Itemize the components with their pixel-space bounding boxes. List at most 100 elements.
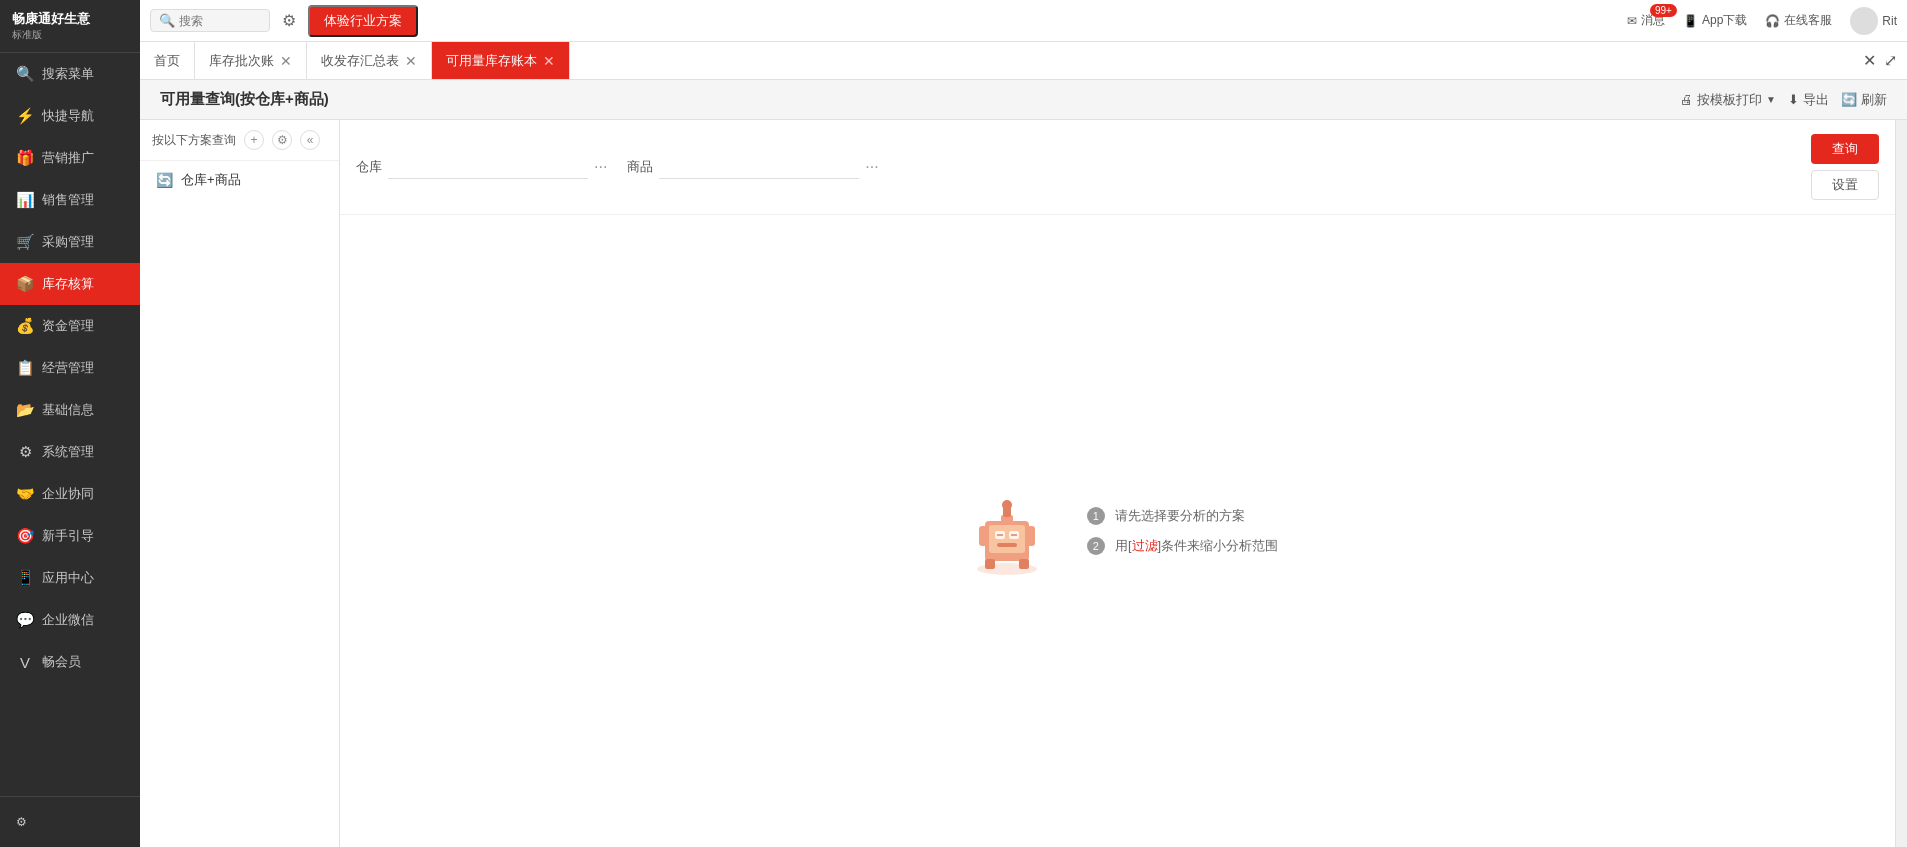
sidebar-item-enterprise[interactable]: 🤝 企业协同	[0, 473, 140, 515]
filter-collapse-button[interactable]: «	[300, 130, 320, 150]
tab-close-summary[interactable]: ✕	[405, 53, 417, 69]
topbar-right: ✉ 消息 99+ 📱 App下载 🎧 在线客服 Rit	[1627, 7, 1897, 35]
warehouse-more-icon[interactable]: ···	[594, 158, 607, 176]
tab-close-batch[interactable]: ✕	[280, 53, 292, 69]
warehouse-label: 仓库	[356, 158, 382, 176]
svg-rect-9	[979, 526, 987, 546]
step1-text: 请先选择要分析的方案	[1115, 507, 1245, 525]
goods-more-icon[interactable]: ···	[865, 158, 878, 176]
sidebar-scroll: 🔍搜索菜单⚡快捷导航🎁营销推广📊销售管理🛒采购管理📦库存核算 💰 资金管理 📋经营管理…	[0, 53, 140, 796]
export-label: 导出	[1803, 91, 1829, 109]
tabs-bar: 首页库存批次账✕收发存汇总表✕可用量库存账本✕✕⤢	[140, 42, 1907, 80]
sidebar-label-enterprise: 企业协同	[42, 485, 94, 503]
sidebar-item-shortcut[interactable]: ⚡快捷导航	[0, 95, 140, 137]
refresh-label: 刷新	[1861, 91, 1887, 109]
sidebar-label-wechat: 企业微信	[42, 611, 94, 629]
sidebar-label-inventory: 库存核算	[42, 275, 94, 293]
sidebar-label-member: 畅会员	[42, 653, 81, 671]
sidebar-icon-system: ⚙	[16, 443, 34, 461]
setting-button[interactable]: 设置	[1811, 170, 1879, 200]
expand-icon[interactable]: ⤢	[1884, 51, 1897, 70]
sidebar-item-member[interactable]: V畅会员	[0, 641, 140, 683]
sidebar-item-marketing[interactable]: 🎁营销推广	[0, 137, 140, 179]
filter-scheme-item[interactable]: 🔄 仓库+商品	[140, 161, 339, 199]
step2-num: 2	[1087, 537, 1105, 555]
sidebar-bottom-settings[interactable]: ⚙	[0, 805, 140, 839]
topbar-search[interactable]: 🔍	[150, 9, 270, 32]
close-icon[interactable]: ✕	[1863, 51, 1876, 70]
message-button[interactable]: ✉ 消息 99+	[1627, 12, 1665, 29]
print-icon: 🖨	[1680, 92, 1693, 107]
empty-step2: 2 用[过滤]条件来缩小分析范围	[1087, 537, 1278, 555]
print-label: 按模板打印	[1697, 91, 1762, 109]
sidebar-label-apps: 应用中心	[42, 569, 94, 587]
filter-add-button[interactable]: +	[244, 130, 264, 150]
step2-highlight: 过滤	[1132, 538, 1158, 553]
tab-label-summary: 收发存汇总表	[321, 52, 399, 70]
sidebar-item-finance[interactable]: 💰 资金管理	[0, 305, 140, 347]
sidebar-item-basic[interactable]: 📂基础信息	[0, 389, 140, 431]
step1-num: 1	[1087, 507, 1105, 525]
message-badge: 99+	[1650, 4, 1677, 17]
svg-point-8	[1002, 500, 1012, 510]
tab-home[interactable]: 首页	[140, 42, 195, 79]
search-input[interactable]	[179, 14, 259, 28]
service-button[interactable]: 🎧 在线客服	[1765, 12, 1832, 29]
sidebar-icon-finance: 💰	[16, 317, 34, 335]
sidebar-item-system[interactable]: ⚙ 系统管理	[0, 431, 140, 473]
refresh-button[interactable]: 🔄 刷新	[1841, 91, 1887, 109]
sidebar-item-inventory[interactable]: 📦库存核算	[0, 263, 140, 305]
goods-input[interactable]	[659, 155, 859, 179]
service-label: 在线客服	[1784, 12, 1832, 29]
empty-state: 1 请先选择要分析的方案 2 用[过滤]条件来缩小分析范围	[340, 215, 1895, 847]
sidebar-icon-sales: 📊	[16, 191, 34, 209]
warehouse-input[interactable]	[388, 155, 588, 179]
tab-label-home: 首页	[154, 52, 180, 70]
topbar-gear-icon[interactable]: ⚙	[278, 7, 300, 34]
tab-batch[interactable]: 库存批次账✕	[195, 42, 307, 79]
sidebar-logo: 畅康通好生意 标准版	[0, 0, 140, 53]
trial-button[interactable]: 体验行业方案	[308, 5, 418, 37]
page-header: 可用量查询(按仓库+商品) 🖨 按模板打印 ▼ ⬇ 导出 🔄 刷新	[140, 80, 1907, 120]
sidebar-item-guide[interactable]: 🎯新手引导	[0, 515, 140, 557]
sidebar-icon-marketing: 🎁	[16, 149, 34, 167]
query-button-group: 查询 设置	[1811, 130, 1879, 204]
print-button[interactable]: 🖨 按模板打印 ▼	[1680, 91, 1776, 109]
empty-text: 1 请先选择要分析的方案 2 用[过滤]条件来缩小分析范围	[1087, 507, 1278, 555]
search-icon: 🔍	[159, 13, 175, 28]
settings-icon: ⚙	[16, 815, 27, 829]
sidebar-item-apps[interactable]: 📱应用中心	[0, 557, 140, 599]
sidebar-item-operation[interactable]: 📋经营管理	[0, 347, 140, 389]
topbar: 🔍 ⚙ 体验行业方案 ✉ 消息 99+ 📱 App下载 🎧 在线客服 Rit	[140, 0, 1907, 42]
sidebar-label-system: 系统管理	[42, 443, 94, 461]
page-title: 可用量查询(按仓库+商品)	[160, 90, 329, 109]
sidebar-icon-enterprise: 🤝	[16, 485, 34, 503]
service-icon: 🎧	[1765, 14, 1780, 28]
sidebar-item-wechat[interactable]: 💬企业微信	[0, 599, 140, 641]
query-area: 仓库 ··· 商品 ··· 查询 设置	[340, 120, 1895, 847]
filter-panel-header: 按以下方案查询 + ⚙ «	[140, 120, 339, 161]
sidebar-label-finance: 资金管理	[42, 317, 94, 335]
user-name: Rit	[1882, 14, 1897, 28]
tab-summary[interactable]: 收发存汇总表 ✕	[307, 42, 432, 79]
svg-rect-10	[1027, 526, 1035, 546]
sidebar-icon-basic: 📂	[16, 401, 34, 419]
export-icon: ⬇	[1788, 92, 1799, 107]
tab-available[interactable]: 可用量库存账本✕	[432, 42, 570, 79]
tab-close-available[interactable]: ✕	[543, 53, 555, 69]
warehouse-filter: 仓库 ···	[356, 155, 607, 179]
sidebar-item-search[interactable]: 🔍搜索菜单	[0, 53, 140, 95]
sidebar-item-purchase[interactable]: 🛒采购管理	[0, 221, 140, 263]
svg-rect-12	[1019, 559, 1029, 569]
app-download-button[interactable]: 📱 App下载	[1683, 12, 1747, 29]
page-actions: 🖨 按模板打印 ▼ ⬇ 导出 🔄 刷新	[1680, 91, 1887, 109]
export-button[interactable]: ⬇ 导出	[1788, 91, 1829, 109]
print-dropdown-icon: ▼	[1766, 94, 1776, 105]
sidebar-item-sales[interactable]: 📊销售管理	[0, 179, 140, 221]
query-filters: 仓库 ··· 商品 ··· 查询 设置	[340, 120, 1895, 215]
query-button[interactable]: 查询	[1811, 134, 1879, 164]
filter-settings-button[interactable]: ⚙	[272, 130, 292, 150]
tab-expand-area: ✕⤢	[1853, 51, 1907, 70]
filter-panel: 按以下方案查询 + ⚙ « 🔄 仓库+商品	[140, 120, 340, 847]
user-avatar-area[interactable]: Rit	[1850, 7, 1897, 35]
